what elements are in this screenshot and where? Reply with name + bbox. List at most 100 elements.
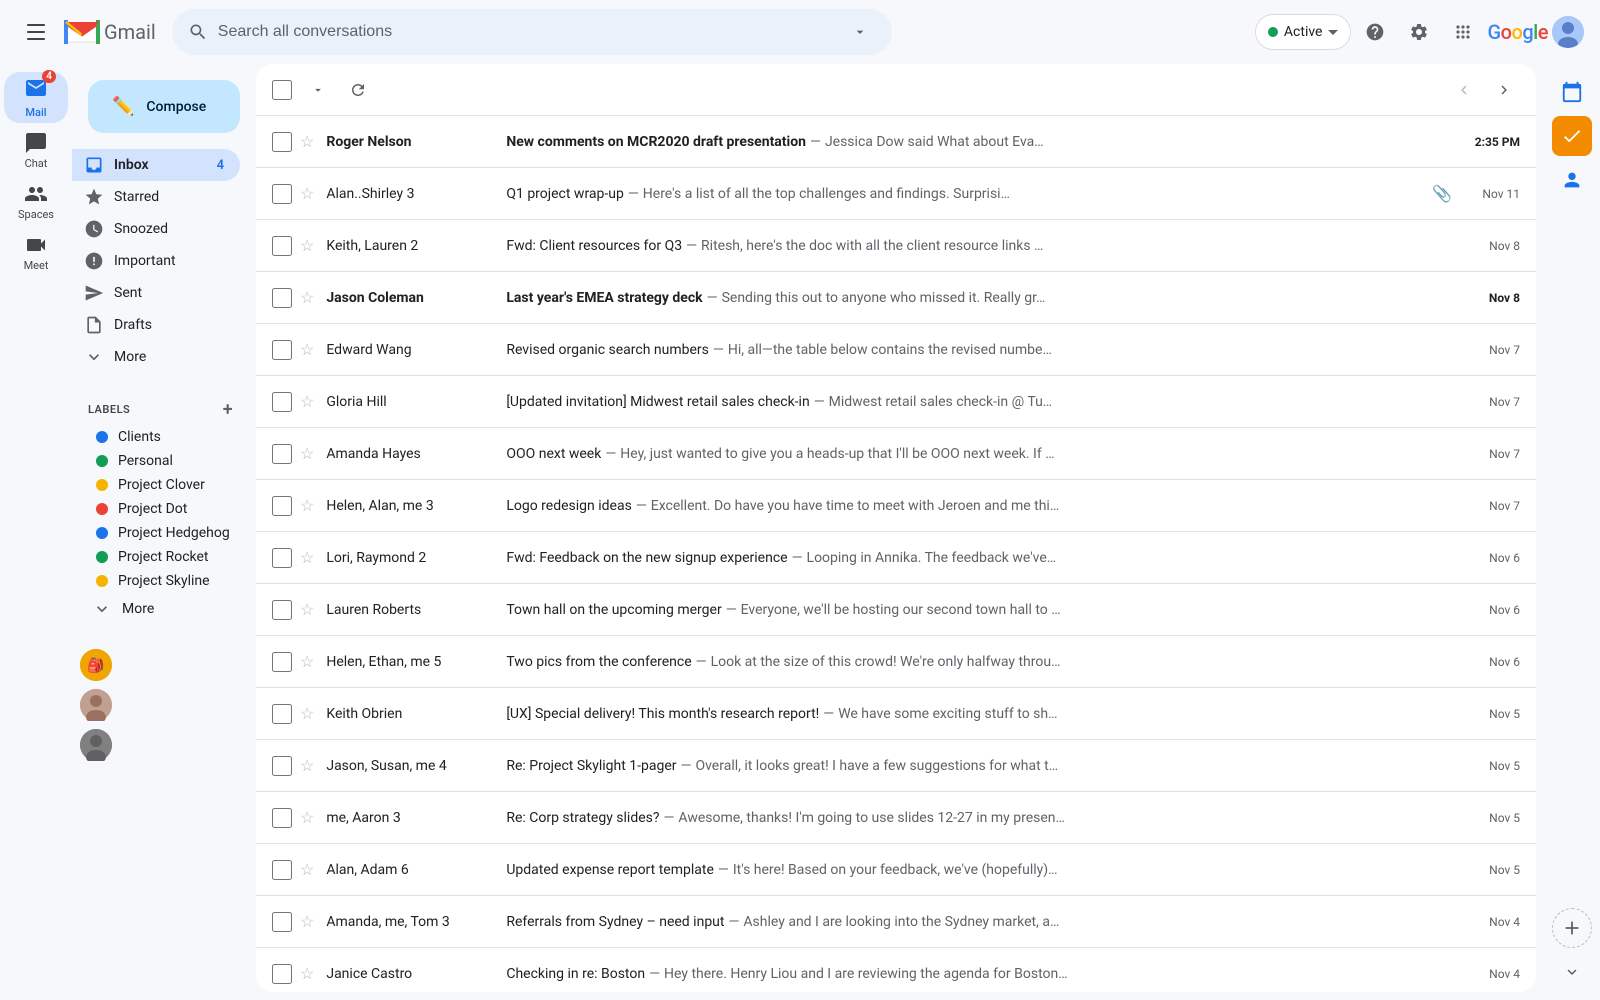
email-row[interactable]: ☆ Alan..Shirley 3 Q1 project wrap-up — H… [256, 168, 1536, 220]
help-button[interactable] [1355, 12, 1395, 52]
label-project-clover[interactable]: Project Clover [88, 473, 240, 497]
label-project-rocket[interactable]: Project Rocket [88, 545, 240, 569]
sidebar-item-drafts[interactable]: Drafts [72, 309, 240, 341]
project-dot-label: Project Dot [118, 501, 187, 517]
email-row[interactable]: ☆ Keith Obrien [UX] Special delivery! Th… [256, 688, 1536, 740]
email-checkbox[interactable] [272, 236, 292, 256]
email-row[interactable]: ☆ Alan, Adam 6 Updated expense report te… [256, 844, 1536, 896]
star-button[interactable]: ☆ [300, 808, 314, 827]
sent-label: Sent [114, 285, 224, 301]
email-row[interactable]: ☆ Roger Nelson New comments on MCR2020 d… [256, 116, 1536, 168]
email-row[interactable]: ☆ Lauren Roberts Town hall on the upcomi… [256, 584, 1536, 636]
star-button[interactable]: ☆ [300, 652, 314, 671]
email-dash: — [686, 238, 697, 254]
label-project-dot[interactable]: Project Dot [88, 497, 240, 521]
email-row[interactable]: ☆ Gloria Hill [Updated invitation] Midwe… [256, 376, 1536, 428]
refresh-button[interactable] [342, 74, 374, 106]
email-row[interactable]: ☆ Jason Coleman Last year's EMEA strateg… [256, 272, 1536, 324]
email-row[interactable]: ☆ Janice Castro Checking in re: Boston —… [256, 948, 1536, 992]
email-checkbox[interactable] [272, 288, 292, 308]
email-row[interactable]: ☆ Amanda Hayes OOO next week — Hey, just… [256, 428, 1536, 480]
label-project-skyline[interactable]: Project Skyline [88, 569, 240, 593]
star-button[interactable]: ☆ [300, 236, 314, 255]
sidebar-item-sent[interactable]: Sent [72, 277, 240, 309]
star-button[interactable]: ☆ [300, 496, 314, 515]
calendar-panel-button[interactable] [1552, 72, 1592, 112]
star-button[interactable]: ☆ [300, 756, 314, 775]
star-button[interactable]: ☆ [300, 548, 314, 567]
active-status-button[interactable]: Active [1255, 14, 1352, 50]
email-row[interactable]: ☆ Edward Wang Revised organic search num… [256, 324, 1536, 376]
star-button[interactable]: ☆ [300, 340, 314, 359]
sidebar-item-snoozed[interactable]: Snoozed [72, 213, 240, 245]
profile-avatar[interactable] [1552, 16, 1584, 48]
scroll-down-button[interactable] [1552, 952, 1592, 992]
sidebar-item-starred[interactable]: Starred [72, 181, 240, 213]
contacts-panel-button[interactable] [1552, 160, 1592, 200]
spaces-nav-item[interactable]: Spaces [4, 178, 68, 225]
next-page-button[interactable] [1488, 74, 1520, 106]
google-apps-button[interactable] [1443, 12, 1483, 52]
chat-nav-item[interactable]: Chat [4, 127, 68, 174]
email-checkbox[interactable] [272, 392, 292, 412]
star-button[interactable]: ☆ [300, 132, 314, 151]
star-button[interactable]: ☆ [300, 184, 314, 203]
menu-button[interactable] [16, 12, 56, 52]
email-checkbox[interactable] [272, 964, 292, 984]
avatar-1[interactable]: 🎒 [80, 649, 112, 681]
sidebar-item-inbox[interactable]: Inbox 4 [72, 149, 240, 181]
sidebar-item-important[interactable]: Important [72, 245, 240, 277]
settings-button[interactable] [1399, 12, 1439, 52]
email-checkbox[interactable] [272, 652, 292, 672]
email-row[interactable]: ☆ me, Aaron 3 Re: Corp strategy slides? … [256, 792, 1536, 844]
select-dropdown-button[interactable] [302, 74, 334, 106]
search-filter-button[interactable] [844, 16, 876, 48]
compose-button[interactable]: ✏️ Compose [88, 80, 240, 133]
email-checkbox[interactable] [272, 184, 292, 204]
email-checkbox[interactable] [272, 548, 292, 568]
email-checkbox[interactable] [272, 600, 292, 620]
mail-nav-item[interactable]: 4 Mail [4, 72, 68, 123]
star-button[interactable]: ☆ [300, 860, 314, 879]
email-row[interactable]: ☆ Helen, Alan, me 3 Logo redesign ideas … [256, 480, 1536, 532]
star-button[interactable]: ☆ [300, 704, 314, 723]
star-button[interactable]: ☆ [300, 912, 314, 931]
label-clients[interactable]: Clients [88, 425, 240, 449]
labels-more-item[interactable]: More [88, 593, 224, 625]
star-button[interactable]: ☆ [300, 964, 314, 983]
email-checkbox[interactable] [272, 132, 292, 152]
avatar-3[interactable] [80, 729, 112, 761]
prev-page-button[interactable] [1448, 74, 1480, 106]
star-button[interactable]: ☆ [300, 288, 314, 307]
email-checkbox[interactable] [272, 496, 292, 516]
email-row[interactable]: ☆ Keith, Lauren 2 Fwd: Client resources … [256, 220, 1536, 272]
sidebar-item-more[interactable]: More [72, 341, 240, 373]
label-project-hedgehog[interactable]: Project Hedgehog [88, 521, 240, 545]
gmail-logo[interactable]: Gmail [64, 18, 156, 46]
select-all-checkbox[interactable] [272, 80, 292, 100]
email-checkbox[interactable] [272, 860, 292, 880]
email-checkbox[interactable] [272, 704, 292, 724]
meet-nav-item[interactable]: Meet [4, 229, 68, 276]
label-personal[interactable]: Personal [88, 449, 240, 473]
email-row[interactable]: ☆ Lori, Raymond 2 Fwd: Feedback on the n… [256, 532, 1536, 584]
google-logo[interactable]: Google [1487, 20, 1548, 44]
email-checkbox[interactable] [272, 340, 292, 360]
add-label-button[interactable]: + [216, 397, 240, 421]
more-nav-icon [84, 347, 104, 367]
email-row[interactable]: ☆ Jason, Susan, me 4 Re: Project Skyligh… [256, 740, 1536, 792]
email-checkbox[interactable] [272, 912, 292, 932]
email-row[interactable]: ☆ Amanda, me, Tom 3 Referrals from Sydne… [256, 896, 1536, 948]
add-panel-button[interactable] [1552, 908, 1592, 948]
avatar-2[interactable] [80, 689, 112, 721]
tasks-panel-button[interactable] [1552, 116, 1592, 156]
email-checkbox[interactable] [272, 756, 292, 776]
star-button[interactable]: ☆ [300, 600, 314, 619]
email-checkbox[interactable] [272, 808, 292, 828]
star-button[interactable]: ☆ [300, 444, 314, 463]
email-row[interactable]: ☆ Helen, Ethan, me 5 Two pics from the c… [256, 636, 1536, 688]
search-bar[interactable] [172, 9, 892, 55]
star-button[interactable]: ☆ [300, 392, 314, 411]
email-checkbox[interactable] [272, 444, 292, 464]
search-input[interactable] [218, 23, 834, 41]
